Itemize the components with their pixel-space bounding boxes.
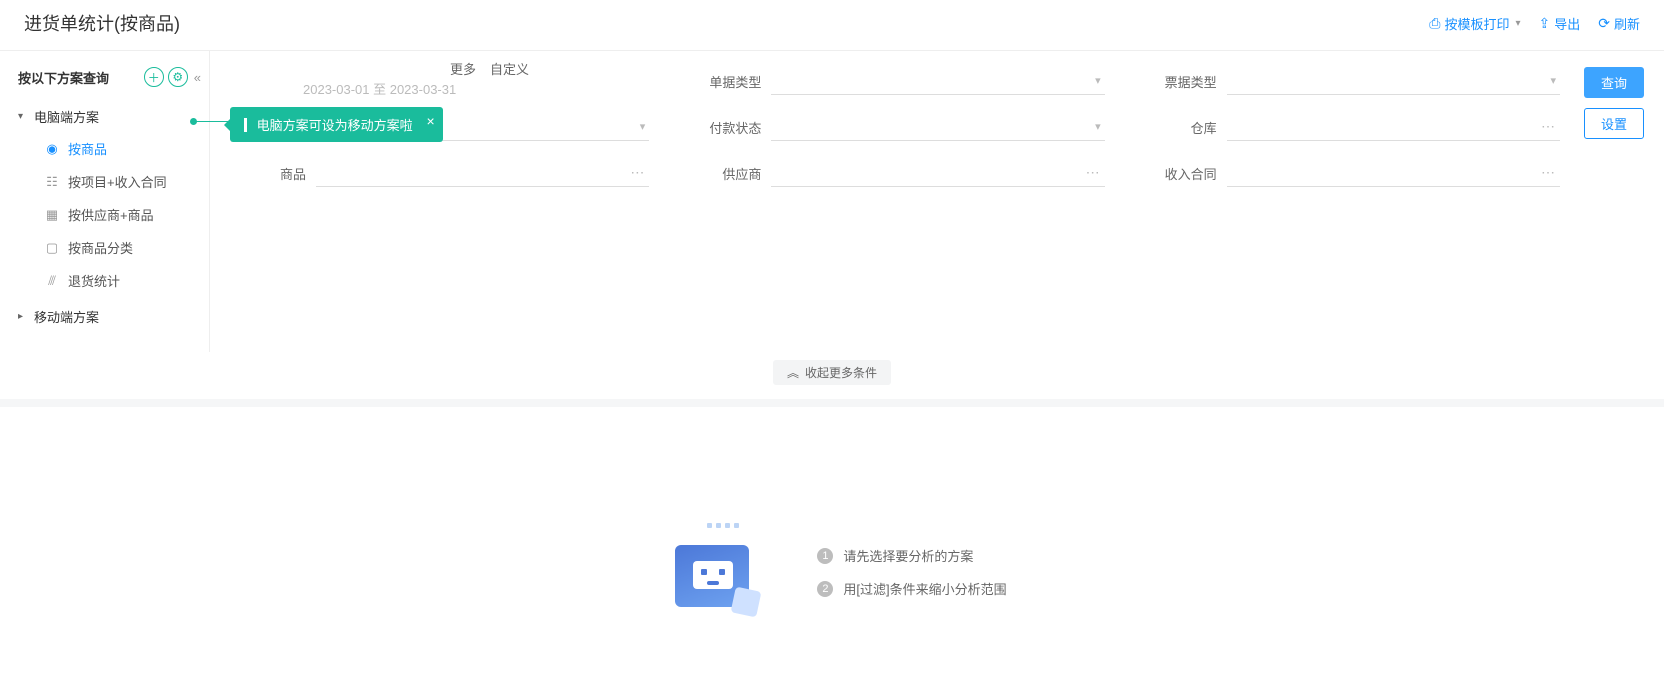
chevron-down-icon: ▾ xyxy=(1095,120,1101,133)
chevron-down-icon: ▾ xyxy=(1550,74,1556,87)
header-actions: ⎙ 按模板打印 ▾ ⇪ 导出 ⟳ 刷新 xyxy=(1429,14,1640,33)
filter-label: 仓库 xyxy=(1145,118,1217,137)
export-button[interactable]: ⇪ 导出 xyxy=(1539,14,1581,33)
printer-icon: ⎙ xyxy=(1429,15,1440,32)
sidebar-item-label: 退货统计 xyxy=(68,271,120,290)
collapse-sidebar-button[interactable]: « xyxy=(194,70,201,85)
category-icon: ▢ xyxy=(44,240,60,256)
filter-row-1: 单据类型 ▾ 票据类型 ▾ xyxy=(234,67,1560,95)
empty-steps: 1 请先选择要分析的方案 2 用[过滤]条件来缩小分析范围 xyxy=(817,546,1006,598)
filter-product-input[interactable]: ⋯ xyxy=(316,159,649,187)
export-label: 导出 xyxy=(1554,14,1580,33)
sidebar-item-label: 按商品分类 xyxy=(68,238,133,257)
step-text: 用[过滤]条件来缩小分析范围 xyxy=(843,579,1006,598)
chevron-down-icon: ▾ xyxy=(1515,18,1520,29)
filter-cell-ticket-type: 票据类型 ▾ xyxy=(1145,67,1560,95)
filter-panel: 更多 自定义 2023-03-01 至 2023-03-31 单据类型 ▾ 票据… xyxy=(210,51,1584,352)
collapse-bar: ︽ 收起更多条件 xyxy=(0,352,1664,399)
query-button[interactable]: 查询 xyxy=(1584,67,1644,98)
sidebar-item-by-supplier-product[interactable]: ▦ 按供应商+商品 xyxy=(44,198,201,231)
grid-icon: ☷ xyxy=(44,174,60,190)
sidebar: 按以下方案查询 ＋ ⚙ « ▾ 电脑端方案 ◉ 按商品 ☷ 按项目+收入合同 xyxy=(0,51,210,352)
collapse-label: 收起更多条件 xyxy=(805,364,877,381)
sidebar-item-by-project-contract[interactable]: ☷ 按项目+收入合同 xyxy=(44,165,201,198)
sidebar-title: 按以下方案查询 xyxy=(18,68,109,87)
caret-right-icon: ▸ xyxy=(18,311,28,322)
sidebar-item-label: 按供应商+商品 xyxy=(68,205,154,224)
tree-group-desktop-label: 电脑端方案 xyxy=(34,107,99,126)
tree-group-mobile-toggle[interactable]: ▸ 移动端方案 xyxy=(18,301,201,332)
sidebar-item-by-product[interactable]: ◉ 按商品 xyxy=(44,132,201,165)
main-layout: 按以下方案查询 ＋ ⚙ « ▾ 电脑端方案 ◉ 按商品 ☷ 按项目+收入合同 xyxy=(0,51,1664,352)
filter-pay-status-input[interactable]: ▾ xyxy=(771,113,1104,141)
filter-label: 收入合同 xyxy=(1145,164,1217,183)
tree-items-desktop: ◉ 按商品 ☷ 按项目+收入合同 ▦ 按供应商+商品 ▢ 按商品分类 ⫻ 退 xyxy=(18,132,201,297)
hint-text: 电脑方案可设为移动方案啦 xyxy=(257,118,413,133)
table-icon: ▦ xyxy=(44,207,60,223)
filter-cell-pay-status: 付款状态 ▾ xyxy=(689,113,1104,141)
right-actions: 查询 设置 xyxy=(1584,51,1664,352)
filter-cell-warehouse: 仓库 ⋯ xyxy=(1145,113,1560,141)
filter-date-input[interactable] xyxy=(316,67,649,95)
filter-warehouse-input[interactable]: ⋯ xyxy=(1227,113,1560,141)
filter-ticket-type-input[interactable]: ▾ xyxy=(1227,67,1560,95)
filter-cell-product: 商品 ⋯ xyxy=(234,159,649,187)
ellipsis-icon: ⋯ xyxy=(1541,118,1556,135)
filter-label: 供应商 xyxy=(689,164,761,183)
clock-icon: ◉ xyxy=(44,141,60,157)
ellipsis-icon: ⋯ xyxy=(1086,164,1101,181)
double-chevron-up-icon: ︽ xyxy=(787,364,799,381)
chevron-down-icon: ▾ xyxy=(1095,74,1101,87)
tree-group-mobile: ▸ 移动端方案 xyxy=(18,301,201,332)
hint-close-button[interactable]: × xyxy=(426,113,434,129)
caret-down-icon: ▾ xyxy=(18,111,28,122)
chart-icon: ⫻ xyxy=(44,273,60,289)
empty-step-2: 2 用[过滤]条件来缩小分析范围 xyxy=(817,579,1006,598)
settings-button[interactable]: 设置 xyxy=(1584,108,1644,139)
empty-state: 1 请先选择要分析的方案 2 用[过滤]条件来缩小分析范围 xyxy=(0,407,1664,687)
filter-doc-type-input[interactable]: ▾ xyxy=(771,67,1104,95)
step-badge-1: 1 xyxy=(817,548,833,564)
tree-group-desktop: ▾ 电脑端方案 ◉ 按商品 ☷ 按项目+收入合同 ▦ 按供应商+商品 ▢ xyxy=(18,101,201,297)
sidebar-item-label: 按项目+收入合同 xyxy=(68,172,167,191)
sidebar-item-returns[interactable]: ⫻ 退货统计 xyxy=(44,264,201,297)
ellipsis-icon: ⋯ xyxy=(1541,164,1556,181)
page-title: 进货单统计(按商品) xyxy=(24,10,180,36)
page-header: 进货单统计(按商品) ⎙ 按模板打印 ▾ ⇪ 导出 ⟳ 刷新 xyxy=(0,0,1664,51)
filter-label: 票据类型 xyxy=(1145,72,1217,91)
ellipsis-icon: ⋯ xyxy=(630,164,645,181)
print-label: 按模板打印 xyxy=(1444,14,1509,33)
refresh-icon: ⟳ xyxy=(1598,15,1610,32)
filter-cell-date xyxy=(234,67,649,95)
settings-scheme-button[interactable]: ⚙ xyxy=(168,67,188,87)
add-scheme-button[interactable]: ＋ xyxy=(144,67,164,87)
sidebar-head: 按以下方案查询 ＋ ⚙ « xyxy=(18,59,201,97)
sidebar-item-by-category[interactable]: ▢ 按商品分类 xyxy=(44,231,201,264)
hint-bar-icon xyxy=(244,118,247,132)
filter-cell-supplier: 供应商 ⋯ xyxy=(689,159,1104,187)
empty-illustration xyxy=(657,517,777,627)
hint-bubble: 电脑方案可设为移动方案啦 × xyxy=(230,107,443,142)
filter-contract-input[interactable]: ⋯ xyxy=(1227,159,1560,187)
filter-cell-contract: 收入合同 ⋯ xyxy=(1145,159,1560,187)
collapse-conditions-button[interactable]: ︽ 收起更多条件 xyxy=(773,360,891,385)
print-by-template-button[interactable]: ⎙ 按模板打印 ▾ xyxy=(1429,14,1520,33)
refresh-button[interactable]: ⟳ 刷新 xyxy=(1598,14,1640,33)
step-text: 请先选择要分析的方案 xyxy=(843,546,973,565)
filter-label: 付款状态 xyxy=(689,118,761,137)
tree-group-mobile-label: 移动端方案 xyxy=(34,307,99,326)
step-badge-2: 2 xyxy=(817,581,833,597)
filter-cell-doc-type: 单据类型 ▾ xyxy=(689,67,1104,95)
tree-group-desktop-toggle[interactable]: ▾ 电脑端方案 xyxy=(18,101,201,132)
refresh-label: 刷新 xyxy=(1614,14,1640,33)
filter-label: 商品 xyxy=(234,164,306,183)
export-icon: ⇪ xyxy=(1539,15,1551,32)
chevron-down-icon: ▾ xyxy=(640,120,646,133)
empty-step-1: 1 请先选择要分析的方案 xyxy=(817,546,1006,565)
filter-label: 单据类型 xyxy=(689,72,761,91)
filter-row-3: 商品 ⋯ 供应商 ⋯ 收入合同 ⋯ xyxy=(234,159,1560,187)
filter-supplier-input[interactable]: ⋯ xyxy=(771,159,1104,187)
sidebar-item-label: 按商品 xyxy=(68,139,107,158)
